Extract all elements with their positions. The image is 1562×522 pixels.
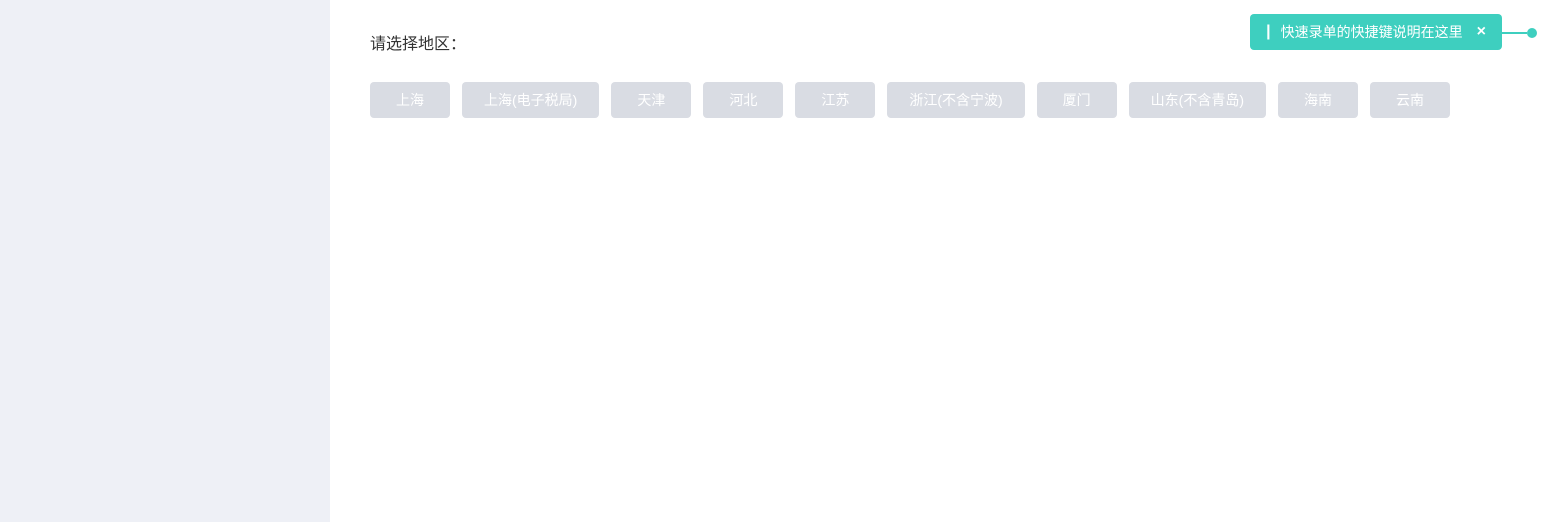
region-button-shanghai[interactable]: 上海 <box>370 82 450 118</box>
tooltip-close-button[interactable]: × <box>1477 23 1486 41</box>
tooltip-connector-line <box>1501 32 1527 34</box>
region-button-jiangsu[interactable]: 江苏 <box>795 82 875 118</box>
left-sidebar <box>0 0 330 522</box>
region-button-hebei[interactable]: 河北 <box>703 82 783 118</box>
region-button-zhejiang[interactable]: 浙江(不含宁波) <box>887 82 1024 118</box>
region-button-yunnan[interactable]: 云南 <box>1370 82 1450 118</box>
region-button-shanghai-etax[interactable]: 上海(电子税局) <box>462 82 599 118</box>
region-button-xiamen[interactable]: 厦门 <box>1037 82 1117 118</box>
tooltip-text: 快速录单的快捷键说明在这里 <box>1281 22 1463 42</box>
main-content: 请选择地区： 上海上海(电子税局)天津河北江苏浙江(不含宁波)厦门山东(不含青岛… <box>330 0 1562 522</box>
region-button-hainan[interactable]: 海南 <box>1278 82 1358 118</box>
tooltip-banner: 快速录单的快捷键说明在这里 × <box>1250 14 1502 50</box>
tooltip-connector-dot <box>1527 28 1537 38</box>
region-button-tianjin[interactable]: 天津 <box>611 82 691 118</box>
region-buttons-container: 上海上海(电子税局) 天津河北江苏浙江(不含宁波) 厦门山东(不含青岛) 海南云南 <box>370 82 1522 118</box>
region-button-shandong[interactable]: 山东(不含青岛) <box>1129 82 1266 118</box>
